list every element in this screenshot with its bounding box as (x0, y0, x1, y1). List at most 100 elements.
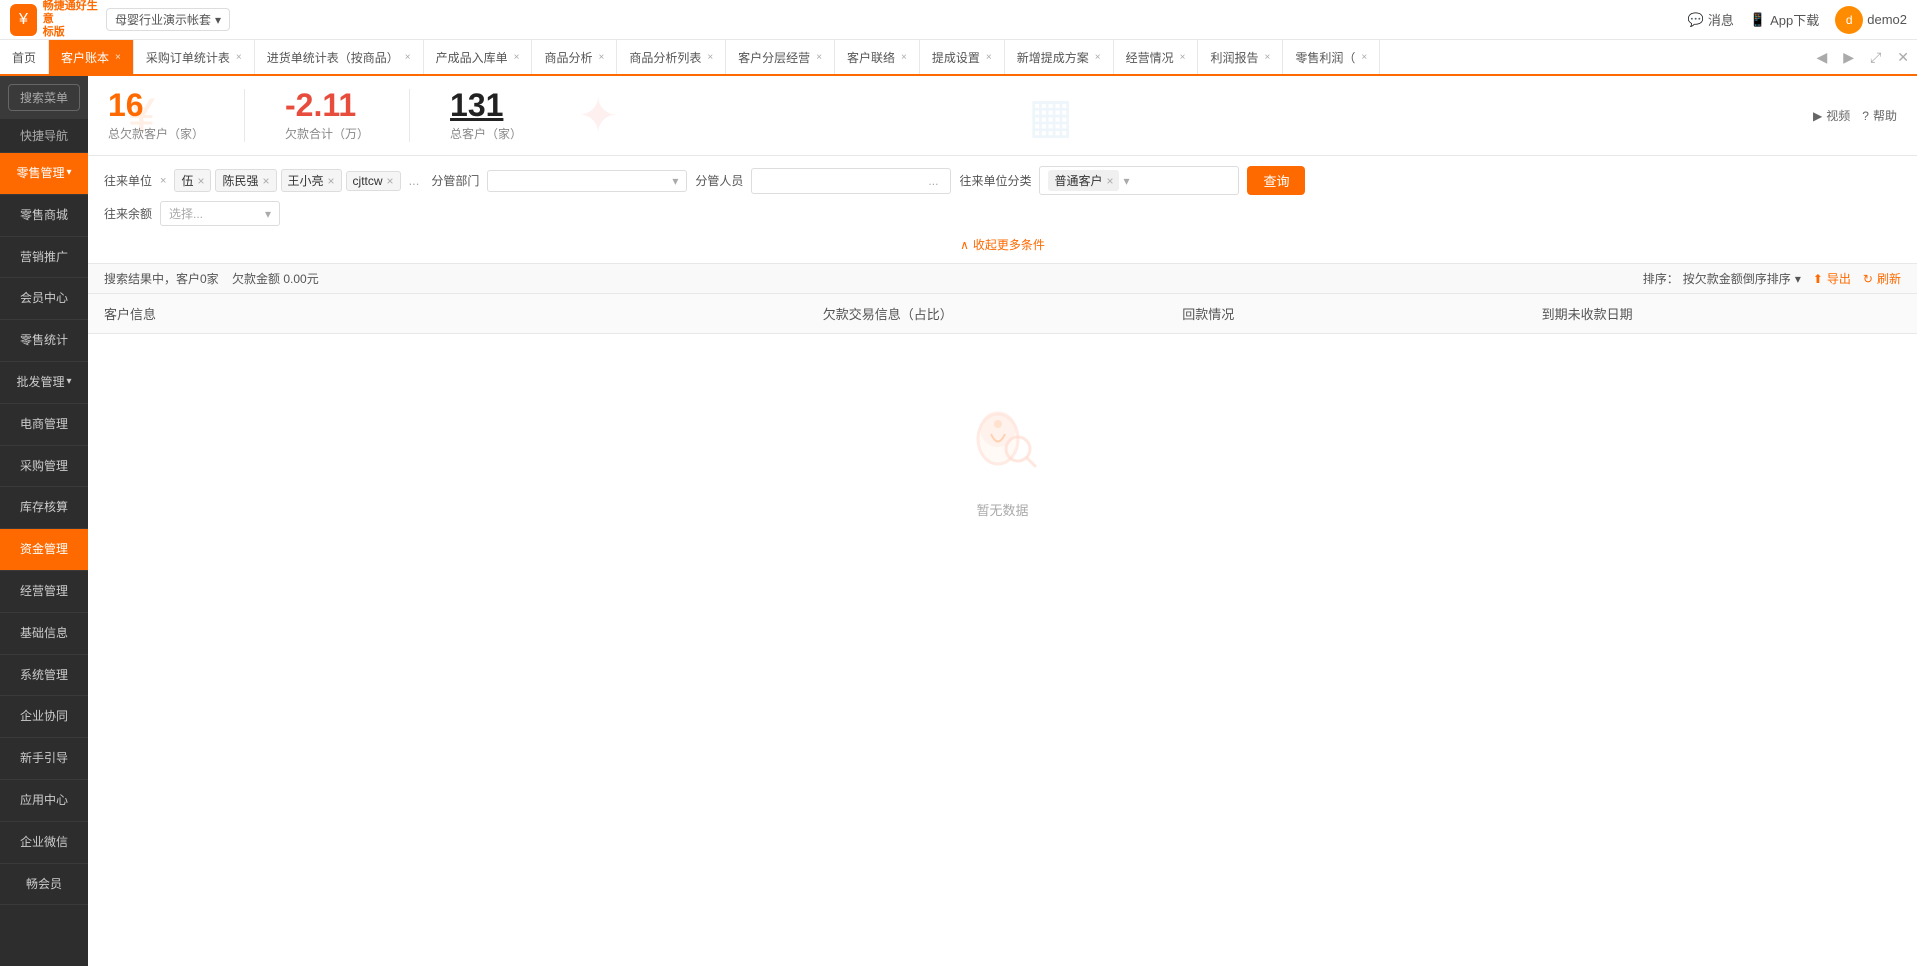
tab-product-analysis[interactable]: 商品分析 × (532, 40, 617, 75)
nav-prev-icon[interactable]: ◀ (1809, 49, 1836, 66)
tab-inventory-stats[interactable]: 进货单统计表（按商品） × (255, 40, 424, 75)
close-icon[interactable]: × (901, 52, 907, 63)
search-menu-button[interactable]: 搜索菜单 (8, 84, 80, 111)
dept-filter-label: 分管部门 (431, 172, 479, 189)
help-btn[interactable]: ? 帮助 (1862, 107, 1897, 124)
close-icon[interactable]: × (1095, 52, 1101, 63)
nav-close-all-icon[interactable]: ✕ (1889, 49, 1917, 66)
message-btn[interactable]: 💬 消息 (1688, 10, 1734, 29)
user-profile[interactable]: d demo2 (1835, 6, 1907, 34)
tab-new-commission[interactable]: 新增提成方案 × (1005, 40, 1114, 75)
tab-label: 首页 (12, 49, 36, 66)
close-icon[interactable]: × (1264, 52, 1270, 63)
sidebar-item-label: 采购管理 (20, 459, 68, 473)
close-icon[interactable]: × (1361, 52, 1367, 63)
nav-next-icon[interactable]: ▶ (1835, 49, 1862, 66)
account-selector[interactable]: 母婴行业演示帐套 ▾ (106, 8, 230, 31)
tab-label: 客户联络 (847, 49, 895, 66)
sort-select[interactable]: 排序： 按欠款金额倒序排序 ▾ (1643, 270, 1801, 287)
more-tags-btn[interactable]: ... (405, 171, 424, 190)
tab-label: 零售利润（ (1295, 49, 1355, 66)
more-options-icon[interactable]: ... (924, 172, 942, 190)
sidebar-quick-nav[interactable]: 快捷导航 (0, 119, 88, 153)
collapse-button[interactable]: ∧ 收起更多条件 (960, 236, 1045, 253)
tab-product-analysis-list[interactable]: 商品分析列表 × (617, 40, 726, 75)
sidebar-item-inventory[interactable]: 库存核算 (0, 487, 88, 529)
tab-profit-report[interactable]: 利润报告 × (1198, 40, 1283, 75)
balance-filter-select[interactable]: 选择... ▾ (160, 201, 280, 226)
filter-row-2: 往来余额 选择... ▾ (104, 201, 1901, 226)
person-filter-select[interactable]: ... (751, 168, 951, 194)
sidebar-item-wechat[interactable]: 企业微信 (0, 822, 88, 864)
sidebar-item-member[interactable]: 会员中心 (0, 278, 88, 320)
tab-label: 客户账本 (61, 49, 109, 66)
unit-filter-label: 往来单位 (104, 172, 152, 189)
tab-customer-ledger[interactable]: 客户账本 × (49, 40, 134, 75)
video-btn[interactable]: ▶ 视频 (1813, 107, 1850, 124)
sidebar-item-app-center[interactable]: 应用中心 (0, 780, 88, 822)
sidebar-item-enterprise[interactable]: 企业协同 (0, 696, 88, 738)
sidebar-item-operations-mgmt[interactable]: 经营管理 (0, 571, 88, 613)
tag-close-icon[interactable]: × (1106, 174, 1113, 188)
tab-product-instock[interactable]: 产成品入库单 × (424, 40, 533, 75)
export-button[interactable]: ⬆ 导出 (1813, 270, 1851, 287)
search-button[interactable]: 查询 (1247, 166, 1305, 195)
sidebar-item-retail-mall[interactable]: 零售商城 (0, 195, 88, 237)
tab-home[interactable]: 首页 (0, 40, 49, 75)
nav-expand-icon[interactable]: ⤢ (1862, 49, 1889, 66)
sidebar-item-retail[interactable]: 零售管理 ▾ (0, 153, 88, 195)
dept-filter-select[interactable]: ▾ (487, 170, 687, 192)
tab-label: 提成设置 (932, 49, 980, 66)
sidebar-item-basic-info[interactable]: 基础信息 (0, 613, 88, 655)
sidebar-item-label: 企业微信 (20, 835, 68, 849)
tab-label: 产成品入库单 (436, 49, 508, 66)
tab-customer-tier[interactable]: 客户分层经营 × (726, 40, 835, 75)
sidebar-item-ecommerce[interactable]: 电商管理 (0, 404, 88, 446)
sidebar-item-wholesale[interactable]: 批发管理 ▾ (0, 362, 88, 404)
tag-close-icon[interactable]: × (197, 174, 204, 188)
close-icon[interactable]: × (598, 52, 604, 63)
close-icon[interactable]: × (707, 52, 713, 63)
close-icon[interactable]: × (115, 52, 121, 63)
export-icon: ⬆ (1813, 272, 1823, 286)
tag-close-icon[interactable]: × (387, 174, 394, 188)
sidebar-item-vip[interactable]: 畅会员 (0, 864, 88, 906)
sidebar-item-label: 新手引导 (20, 751, 68, 765)
results-bar: 搜索结果中，客户0家 欠款金额 0.00元 排序： 按欠款金额倒序排序 ▾ ⬆ … (88, 264, 1917, 294)
filter-bar: 往来单位 × 伍 × 陈民强 × 王小亮 × (88, 156, 1917, 264)
main-content: ¥ ✦ ▦ 16 总欠款客户（家） -2.11 欠款合计（万） 131 总客户（… (88, 76, 1917, 966)
chevron-up-icon: ∧ (960, 238, 969, 252)
sidebar-item-label: 批发管理 (16, 374, 64, 391)
sidebar-item-purchase[interactable]: 采购管理 (0, 446, 88, 488)
sidebar-item-marketing[interactable]: 营销推广 (0, 237, 88, 279)
close-icon[interactable]: × (1180, 52, 1186, 63)
close-icon[interactable]: × (236, 52, 242, 63)
tab-customer-contact[interactable]: 客户联络 × (835, 40, 920, 75)
sidebar-item-system[interactable]: 系统管理 (0, 655, 88, 697)
tab-retail-profit[interactable]: 零售利润（ × (1283, 40, 1380, 75)
sidebar-item-label: 电商管理 (20, 417, 68, 431)
top-bar-left: ¥ 畅捷通好生意 标版 母婴行业演示帐套 ▾ (10, 0, 230, 39)
sidebar-item-label: 库存核算 (20, 500, 68, 514)
filter-tags: 伍 × 陈民强 × 王小亮 × cjttcw × ... (174, 169, 423, 192)
stats-bg-icon-2: ✦ (578, 88, 618, 144)
tab-operations[interactable]: 经营情况 × (1114, 40, 1199, 75)
sidebar-item-label: 资金管理 (20, 542, 68, 556)
sidebar-item-finance[interactable]: 资金管理 (0, 529, 88, 571)
sidebar-item-newbie[interactable]: 新手引导 (0, 738, 88, 780)
tab-purchase-order-stats[interactable]: 采购订单统计表 × (134, 40, 255, 75)
tab-commission-settings[interactable]: 提成设置 × (920, 40, 1005, 75)
refresh-button[interactable]: ↻ 刷新 (1863, 270, 1901, 287)
close-icon[interactable]: × (986, 52, 992, 63)
unit-filter-close[interactable]: × (160, 175, 166, 187)
close-icon[interactable]: × (405, 52, 411, 63)
close-icon[interactable]: × (816, 52, 822, 63)
tag-close-icon[interactable]: × (328, 174, 335, 188)
app-download-btn[interactable]: 📱 App下载 (1750, 10, 1819, 29)
message-icon: 💬 (1688, 12, 1704, 28)
empty-state: 暂无数据 (88, 334, 1917, 579)
sidebar-item-retail-stats[interactable]: 零售统计 (0, 320, 88, 362)
unit-class-select[interactable]: 普通客户 × ▾ (1039, 166, 1239, 195)
tag-close-icon[interactable]: × (263, 174, 270, 188)
close-icon[interactable]: × (514, 52, 520, 63)
